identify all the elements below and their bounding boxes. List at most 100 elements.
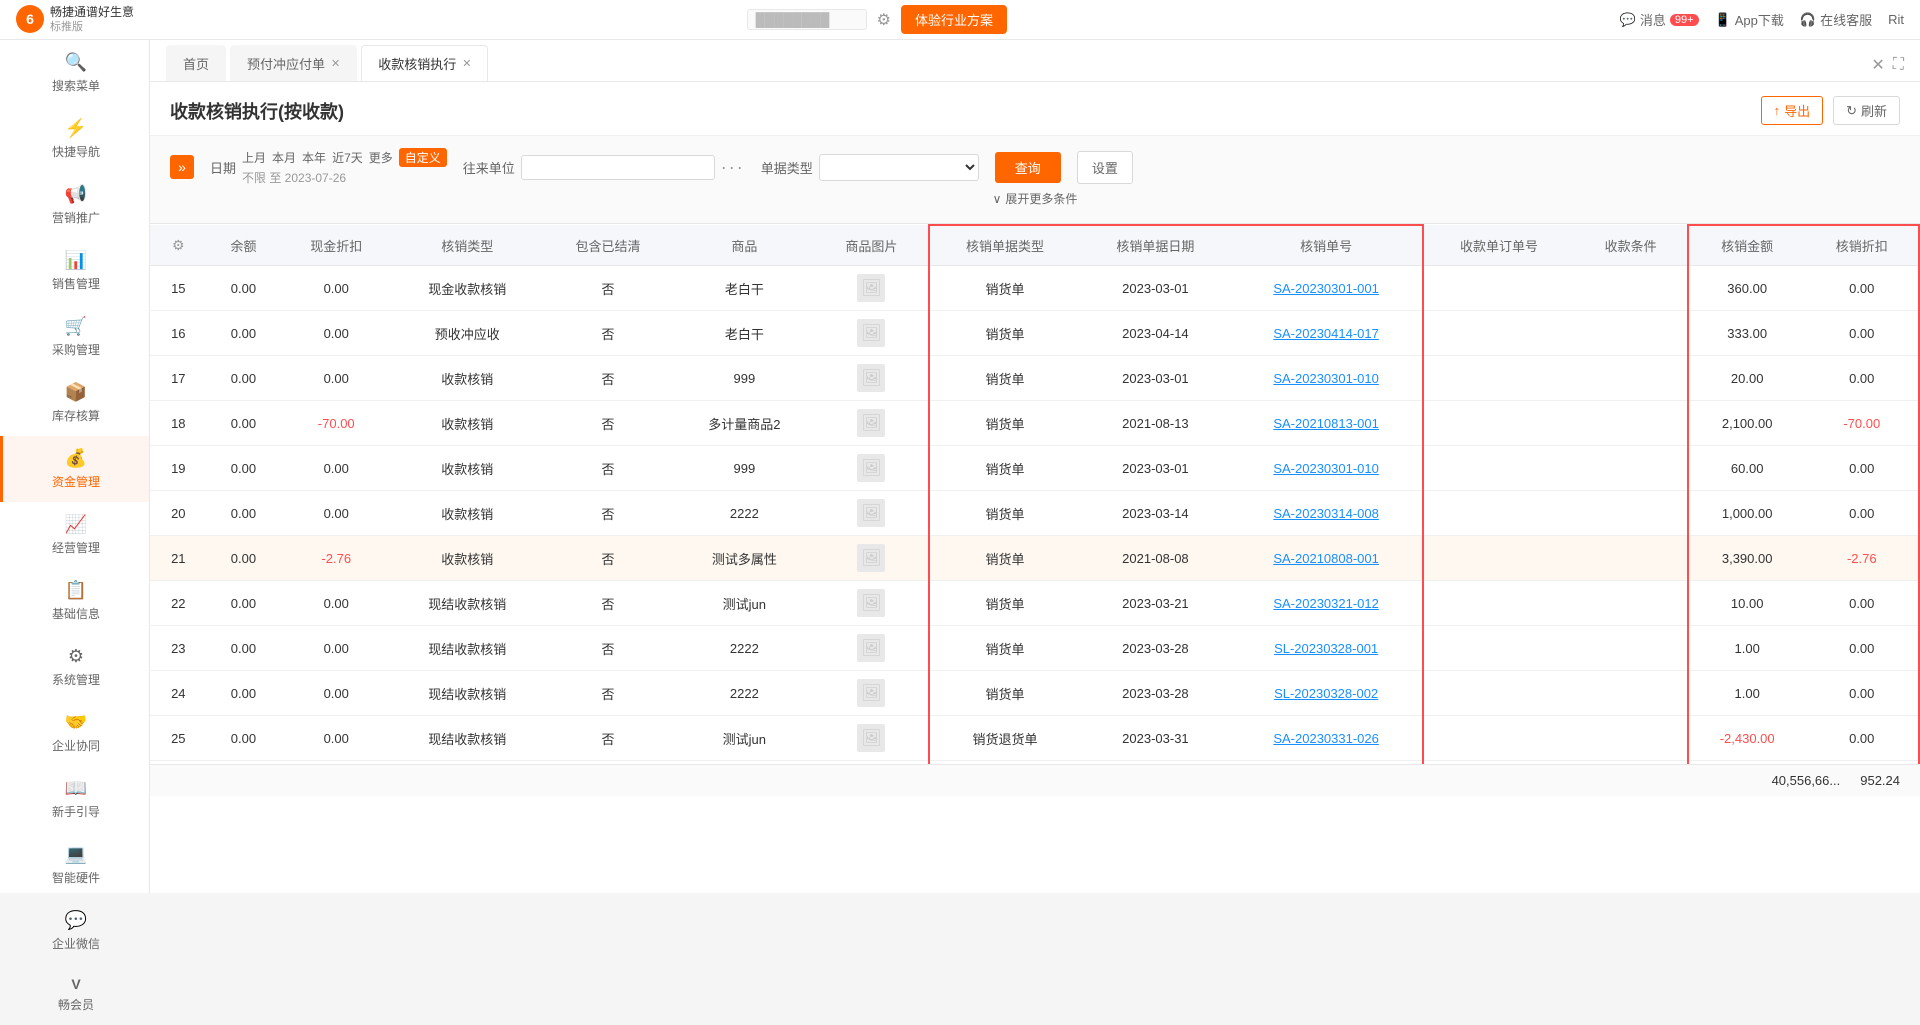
doc-no-link[interactable]: SA-20230414-017 [1273,326,1379,341]
date-shortcut-this-year[interactable]: 本年 [302,149,326,166]
sidebar-item-operation[interactable]: 📈 经营管理 [0,502,149,568]
cell-include-settled: 否 [542,266,673,311]
cell-id: 21 [150,536,207,581]
cell-cancel-discount: -70.00 [1806,401,1919,446]
filter-expand-btn[interactable]: » [170,155,194,179]
cell-product-image: 🖼 [815,491,928,536]
sidebar-item-guide[interactable]: 📖 新手引导 [0,766,149,832]
cell-product-image: 🖼 [815,716,928,761]
th-gear[interactable]: ⚙ [150,225,207,266]
sidebar-item-sales[interactable]: 📊 销售管理 [0,238,149,304]
message-btn[interactable]: 💬 消息 99+ [1620,10,1699,29]
doc-no-link[interactable]: SA-20230314-008 [1273,506,1379,521]
order-type-select[interactable] [819,154,979,181]
online-service-btn[interactable]: 🎧 在线客服 [1800,10,1872,29]
page-header-actions: ↑ 导出 ↻ 刷新 [1761,96,1900,125]
message-label: 消息 [1640,10,1666,29]
gear-icon[interactable]: ⚙ [877,10,891,30]
cell-cancel-doc-type: 销货单 [929,671,1081,716]
window-maximize-icon[interactable]: ⛶ [1893,56,1904,74]
tab-prepay[interactable]: 预付冲应付单 ✕ [230,45,357,81]
doc-no-link[interactable]: SA-20230301-001 [1273,281,1379,296]
cell-include-settled: 否 [542,626,673,671]
order-type-filter-group: 单据类型 [761,154,979,181]
filter-more-btn[interactable]: ∨ 展开更多条件 [993,190,1078,207]
cell-cancel-type: 现结收款核销 [392,581,542,626]
message-icon: 💬 [1620,12,1636,28]
filter-date-group: 上月 本月 本年 近7天 更多 自定义 不限 至 2023-07-26 [242,148,447,186]
sidebar-item-hardware[interactable]: 💻 智能硬件 [0,832,149,898]
cell-cancel-doc-type: 销货单 [929,356,1081,401]
sidebar-item-system[interactable]: ⚙ 系统管理 [0,634,149,700]
page-title: 收款核销执行(按收款) [170,98,344,124]
date-shortcut-custom[interactable]: 自定义 [399,148,447,167]
table-header-row: ⚙ 余额 现金折扣 核销类型 包含已结清 商品 商品图片 核销单据类型 核销单据… [150,225,1919,266]
doc-no-link[interactable]: SA-20230301-010 [1273,371,1379,386]
cell-product: 2222 [674,491,816,536]
sidebar-item-finance[interactable]: 💰 资金管理 [0,436,149,502]
table-wrapper[interactable]: ⚙ 余额 现金折扣 核销类型 包含已结清 商品 商品图片 核销单据类型 核销单据… [150,224,1920,764]
sidebar-item-search[interactable]: 🔍 搜索菜单 [0,40,149,106]
cell-cancel-doc-no: SA-20230414-017 [1231,311,1423,356]
date-shortcut-this-month[interactable]: 本月 [272,149,296,166]
tab-cancel-close[interactable]: ✕ [462,57,471,70]
query-btn[interactable]: 查询 [995,152,1061,183]
sidebar-item-purchase[interactable]: 🛒 采购管理 [0,304,149,370]
cell-cancel-discount: 0.00 [1806,491,1919,536]
export-btn[interactable]: ↑ 导出 [1761,96,1824,125]
cell-cancel-doc-type: 销货单 [929,536,1081,581]
sidebar-item-label: 企业协同 [52,737,100,754]
tab-prepay-close[interactable]: ✕ [331,57,340,70]
sidebar-item-marketing[interactable]: 📢 营销推广 [0,172,149,238]
sidebar-item-label: 新手引导 [52,803,100,820]
cell-cancel-discount: -2.76 [1806,536,1919,581]
sidebar-item-inventory[interactable]: 📦 库存核算 [0,370,149,436]
cell-receipt-order-no [1423,626,1575,671]
cell-balance: 0.00 [207,401,281,446]
cell-cancel-doc-type: 销货单 [929,491,1081,536]
tab-home[interactable]: 首页 [166,45,226,81]
cell-cancel-type: 现金收款核销 [392,266,542,311]
guide-icon: 📖 [65,778,87,799]
operation-icon: 📈 [65,514,87,535]
cell-cancel-doc-date: 2023-03-14 [1080,491,1230,536]
cell-cash-discount: 0.00 [280,581,392,626]
cell-cancel-doc-date: 2023-03-31 [1080,716,1230,761]
sidebar-item-corp[interactable]: 🤝 企业协同 [0,700,149,766]
tab-cancel[interactable]: 收款核销执行 ✕ [361,45,488,81]
gear-settings-icon[interactable]: ⚙ [172,237,185,253]
doc-no-link[interactable]: SL-20230328-001 [1274,641,1378,656]
cell-product: 老白干 [674,311,816,356]
date-shortcut-more[interactable]: 更多 [369,149,393,166]
date-shortcut-last-month[interactable]: 上月 [242,149,266,166]
industry-btn[interactable]: 体验行业方案 [901,5,1007,34]
refresh-btn[interactable]: ↻ 刷新 [1833,96,1900,125]
app-download-btn[interactable]: 📱 App下载 [1715,10,1784,29]
message-badge: 99+ [1670,14,1699,26]
data-table: ⚙ 余额 现金折扣 核销类型 包含已结清 商品 商品图片 核销单据类型 核销单据… [150,224,1920,764]
page-content: 收款核销执行(按收款) ↑ 导出 ↻ 刷新 [150,82,1920,893]
doc-no-link[interactable]: SA-20230321-012 [1273,596,1379,611]
cell-receipt-order-no [1423,671,1575,716]
order-type-label: 单据类型 [761,158,813,177]
company-name[interactable]: ████████ [747,9,867,30]
doc-no-link[interactable]: SA-20230301-010 [1273,461,1379,476]
doc-no-link[interactable]: SA-20210808-001 [1273,551,1379,566]
cell-product: 2222 [674,626,816,671]
sidebar-item-label: 畅会员 [58,996,94,1013]
tab-bar-actions: ✕ ⛶ [1871,55,1904,81]
window-minimize-icon[interactable]: ✕ [1871,55,1884,75]
sidebar-item-base[interactable]: 📋 基础信息 [0,568,149,634]
sidebar-item-shortcut[interactable]: ⚡ 快捷导航 [0,106,149,172]
user-btn[interactable]: Rit [1888,12,1904,27]
counterpart-input[interactable] [521,155,715,180]
date-shortcut-7days[interactable]: 近7天 [332,149,363,166]
doc-no-link[interactable]: SL-20230328-002 [1274,686,1378,701]
sidebar-item-wechat[interactable]: 💬 企业微信 [0,898,149,964]
cell-cancel-doc-date: 2023-03-28 [1080,626,1230,671]
doc-no-link[interactable]: SA-20230331-026 [1273,731,1379,746]
cell-cancel-type: 收款核销 [392,536,542,581]
sidebar-item-member[interactable]: V 畅会员 [0,964,149,1025]
settings-btn[interactable]: 设置 [1077,151,1133,184]
doc-no-link[interactable]: SA-20210813-001 [1273,416,1379,431]
